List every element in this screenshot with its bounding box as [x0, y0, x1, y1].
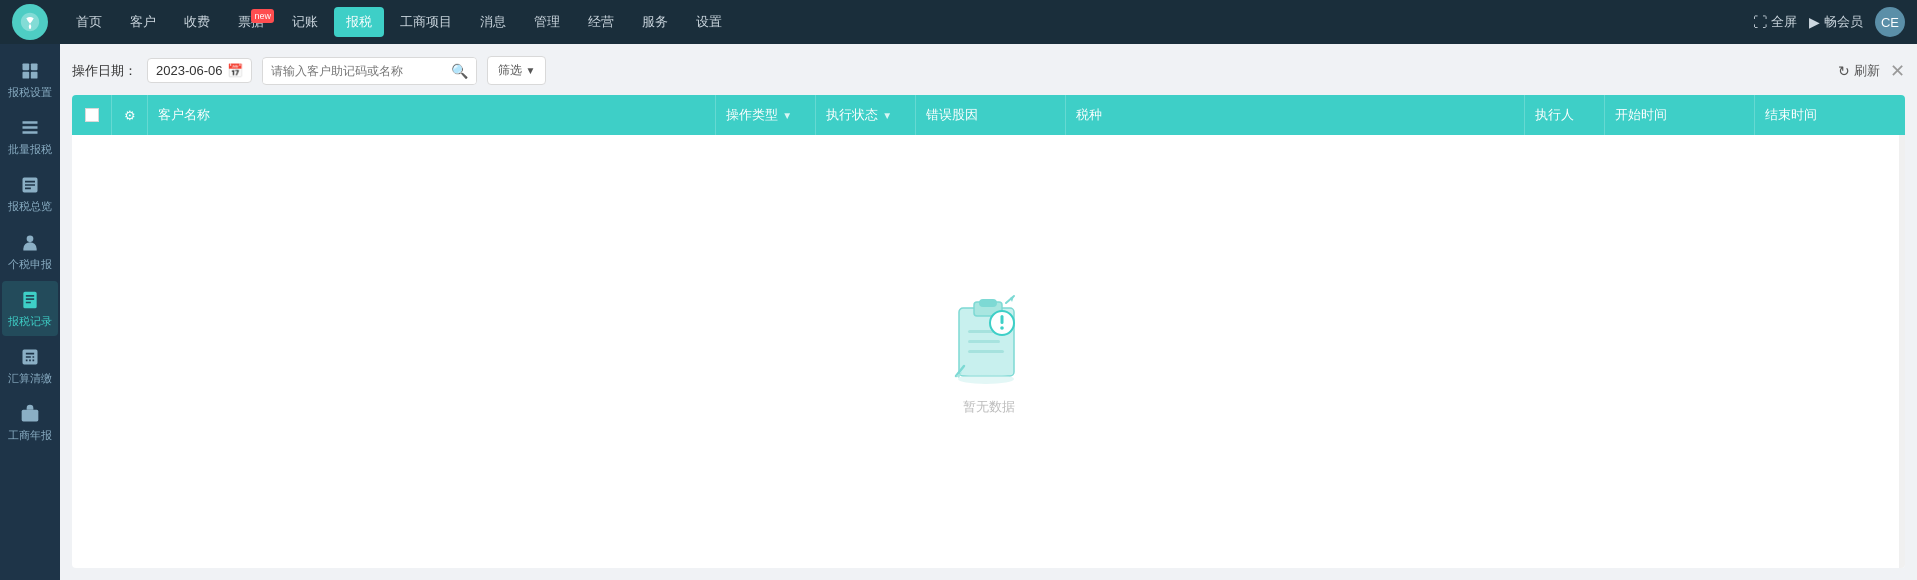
- th-taxtype: 税种: [1066, 95, 1525, 135]
- nav-billing[interactable]: 收费: [172, 7, 222, 37]
- sort-icon-status: ▼: [882, 110, 892, 121]
- close-button[interactable]: ✕: [1890, 62, 1905, 80]
- refresh-button[interactable]: ↻ 刷新: [1838, 62, 1880, 80]
- nav-right: ⛶ 全屏 ▶ 畅会员 CE: [1753, 7, 1905, 37]
- svg-rect-2: [23, 72, 30, 79]
- nav-client[interactable]: 客户: [118, 7, 168, 37]
- nav-operation[interactable]: 经营: [576, 7, 626, 37]
- sidebar-item-annual-report[interactable]: 工商年报: [2, 395, 58, 450]
- tax-record-icon: [19, 289, 41, 311]
- sort-icon-optype: ▼: [782, 110, 792, 121]
- nav-items: 首页 客户 收费 票据 new 记账 报税 工商项目 消息 管理 经营 服务 设…: [64, 7, 1753, 37]
- th-starttime: 开始时间: [1605, 95, 1755, 135]
- svg-point-17: [958, 374, 1014, 384]
- sidebar-label-batch-tax: 批量报税: [8, 143, 52, 156]
- table-header: ⚙ 客户名称 操作类型 ▼ 执行状态 ▼ 错误股因 税种: [72, 95, 1905, 135]
- top-nav: 首页 客户 收费 票据 new 记账 报税 工商项目 消息 管理 经营 服务 设…: [0, 0, 1917, 44]
- member-icon: ▶: [1809, 14, 1820, 30]
- date-value: 2023-06-06: [156, 63, 223, 78]
- empty-text: 暂无数据: [963, 398, 1015, 416]
- search-box: 🔍: [262, 57, 477, 85]
- th-client: 客户名称: [148, 95, 716, 135]
- filter-label: 筛选: [498, 62, 522, 79]
- nav-invoice[interactable]: 票据 new: [226, 7, 276, 37]
- calc-payment-icon: [19, 346, 41, 368]
- th-optype[interactable]: 操作类型 ▼: [716, 95, 816, 135]
- search-icon: 🔍: [451, 63, 468, 79]
- table-container: ⚙ 客户名称 操作类型 ▼ 执行状态 ▼ 错误股因 税种: [72, 95, 1905, 568]
- date-picker[interactable]: 2023-06-06 📅: [147, 58, 252, 83]
- layout: 报税设置 批量报税 报税总览 个税申报 报税记录: [0, 44, 1917, 580]
- empty-icon: [944, 288, 1034, 388]
- th-status[interactable]: 执行状态 ▼: [816, 95, 916, 135]
- th-error: 错误股因: [916, 95, 1066, 135]
- new-badge: new: [251, 9, 274, 23]
- svg-rect-11: [968, 350, 1004, 353]
- nav-settings[interactable]: 设置: [684, 7, 734, 37]
- th-executor: 执行人: [1525, 95, 1605, 135]
- tax-summary-icon: [19, 174, 41, 196]
- nav-home[interactable]: 首页: [64, 7, 114, 37]
- toolbar-right: ↻ 刷新 ✕: [1838, 62, 1905, 80]
- search-input[interactable]: [263, 59, 443, 83]
- header-checkbox[interactable]: [85, 108, 99, 122]
- svg-point-14: [1000, 326, 1004, 330]
- member-btn[interactable]: ▶ 畅会员: [1809, 13, 1863, 31]
- batch-tax-icon: [19, 117, 41, 139]
- fullscreen-btn[interactable]: ⛶ 全屏: [1753, 13, 1797, 31]
- svg-rect-1: [31, 64, 38, 71]
- sidebar-label-tax-settings: 报税设置: [8, 86, 52, 99]
- empty-state: 暂无数据: [944, 288, 1034, 416]
- svg-point-4: [27, 235, 34, 242]
- svg-rect-3: [31, 72, 38, 79]
- sidebar-item-tax-record[interactable]: 报税记录: [2, 281, 58, 336]
- toolbar: 操作日期： 2023-06-06 📅 🔍 筛选 ▼ ↻ 刷新 ✕: [72, 56, 1905, 85]
- th-checkbox[interactable]: [72, 95, 112, 135]
- tax-settings-icon: [19, 60, 41, 82]
- refresh-icon: ↻: [1838, 63, 1850, 79]
- sidebar-item-tax-summary[interactable]: 报税总览: [2, 166, 58, 221]
- sidebar-label-tax-summary: 报税总览: [8, 200, 52, 213]
- table-body: 暂无数据: [72, 135, 1905, 568]
- main-content: 操作日期： 2023-06-06 📅 🔍 筛选 ▼ ↻ 刷新 ✕: [60, 44, 1917, 580]
- sidebar-label-annual-report: 工商年报: [8, 429, 52, 442]
- nav-message[interactable]: 消息: [468, 7, 518, 37]
- search-button[interactable]: 🔍: [443, 58, 476, 84]
- nav-bookkeeping[interactable]: 记账: [280, 7, 330, 37]
- svg-rect-0: [23, 64, 30, 71]
- svg-rect-5: [22, 410, 39, 422]
- svg-rect-10: [968, 340, 1000, 343]
- scrollbar-track[interactable]: [1899, 135, 1905, 568]
- nav-service[interactable]: 服务: [630, 7, 680, 37]
- nav-manage[interactable]: 管理: [522, 7, 572, 37]
- app-logo: [12, 4, 48, 40]
- th-settings[interactable]: ⚙: [112, 95, 148, 135]
- date-label: 操作日期：: [72, 62, 137, 80]
- svg-rect-13: [1000, 315, 1003, 324]
- user-avatar[interactable]: CE: [1875, 7, 1905, 37]
- sidebar-label-calc-payment: 汇算清缴: [8, 372, 52, 385]
- nav-tax[interactable]: 报税: [334, 7, 384, 37]
- calendar-icon: 📅: [227, 63, 243, 78]
- sidebar-item-personal-tax[interactable]: 个税申报: [2, 224, 58, 279]
- sidebar-label-tax-record: 报税记录: [8, 315, 52, 328]
- svg-rect-8: [979, 299, 997, 307]
- fullscreen-icon: ⛶: [1753, 14, 1767, 30]
- chevron-down-icon: ▼: [526, 65, 536, 76]
- sidebar-item-tax-settings[interactable]: 报税设置: [2, 52, 58, 107]
- sidebar-item-batch-tax[interactable]: 批量报税: [2, 109, 58, 164]
- th-endtime: 结束时间: [1755, 95, 1905, 135]
- annual-report-icon: [19, 403, 41, 425]
- nav-industry[interactable]: 工商项目: [388, 7, 464, 37]
- filter-button[interactable]: 筛选 ▼: [487, 56, 547, 85]
- settings-icon: ⚙: [124, 108, 136, 123]
- sidebar: 报税设置 批量报税 报税总览 个税申报 报税记录: [0, 44, 60, 580]
- sidebar-label-personal-tax: 个税申报: [8, 258, 52, 271]
- personal-tax-icon: [19, 232, 41, 254]
- sidebar-item-calc-payment[interactable]: 汇算清缴: [2, 338, 58, 393]
